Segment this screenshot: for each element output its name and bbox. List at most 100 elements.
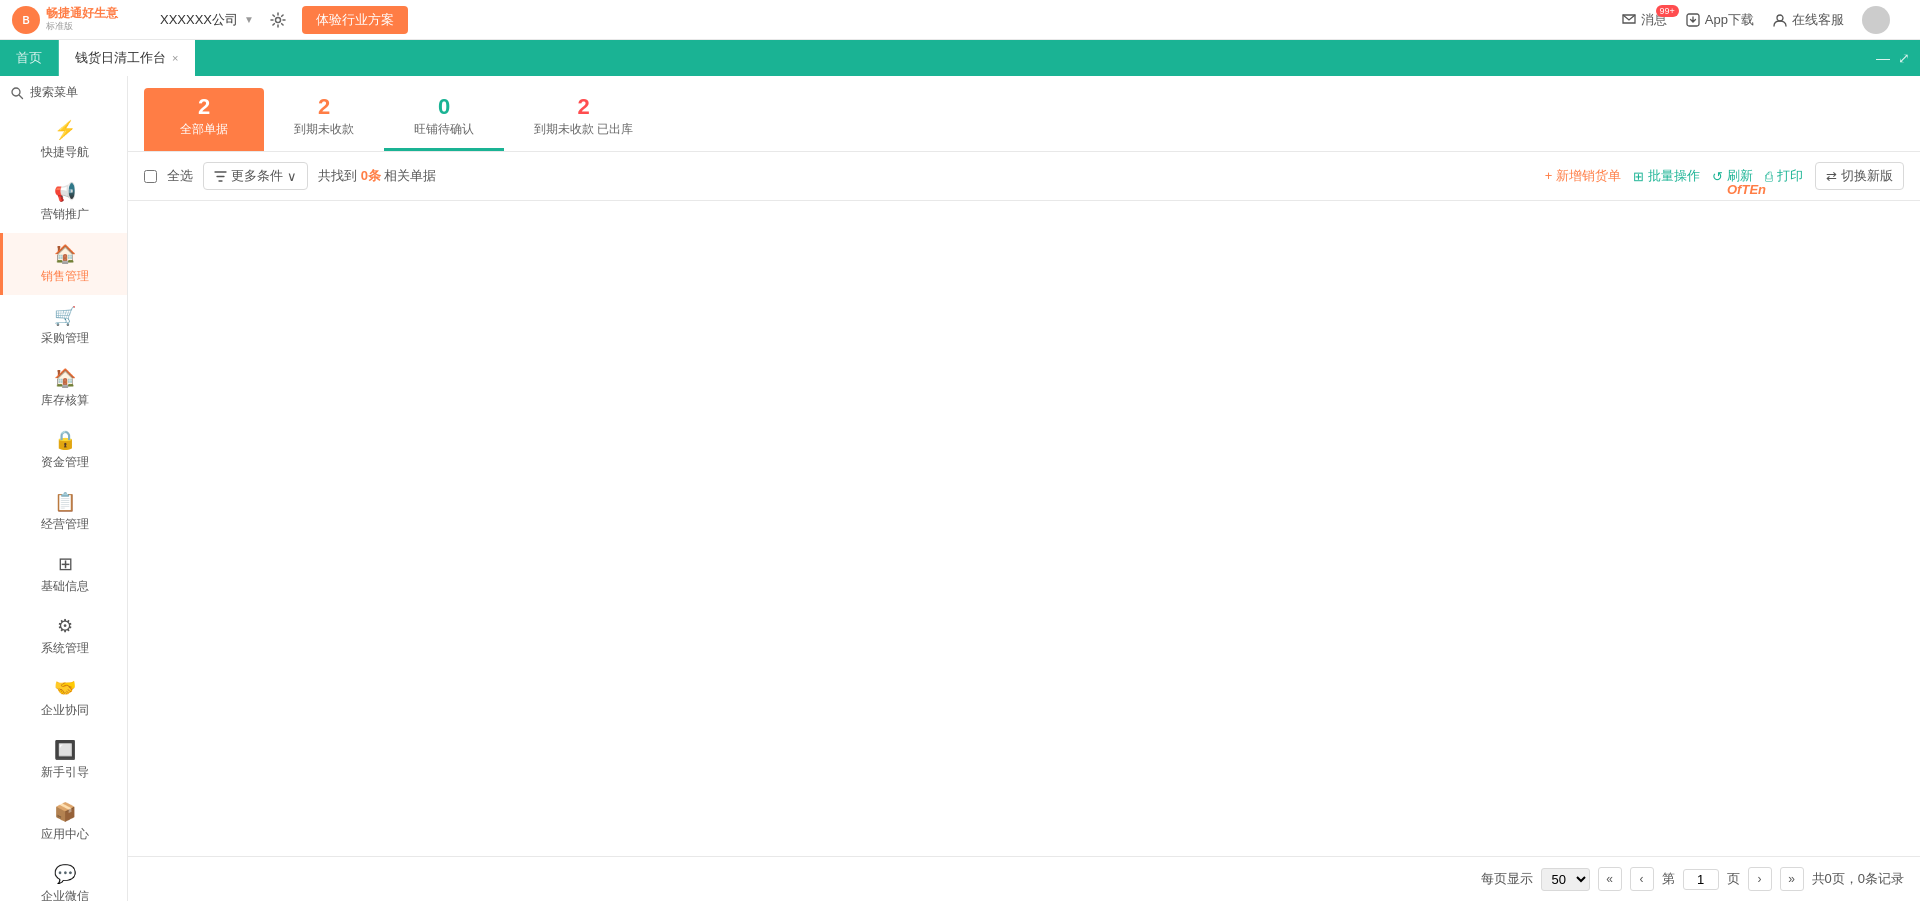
result-count: 0条 xyxy=(361,168,381,183)
page-number-input[interactable] xyxy=(1683,869,1719,890)
next-page-button[interactable]: › xyxy=(1748,867,1772,891)
per-page-label: 每页显示 xyxy=(1481,870,1533,888)
overdue-shipped-count: 2 xyxy=(578,96,590,118)
enterprise-icon: 🤝 xyxy=(54,677,76,699)
stat-tab-overdue[interactable]: 2 到期未收款 xyxy=(264,88,384,151)
sidebar-item-purchase[interactable]: 🛒 采购管理 xyxy=(0,295,127,357)
last-page-button[interactable]: » xyxy=(1780,867,1804,891)
sidebar-item-quick-nav[interactable]: ⚡ 快捷导航 xyxy=(0,109,127,171)
app-download-label: App下载 xyxy=(1705,11,1754,29)
tab-maximize-button[interactable]: ⤢ xyxy=(1898,50,1910,66)
company-name: XXXXXX公司 xyxy=(160,11,238,29)
sidebar-guide-label: 新手引导 xyxy=(41,764,89,781)
company-selector[interactable]: XXXXXX公司 ▼ xyxy=(160,11,254,29)
tab-home[interactable]: 首页 xyxy=(0,40,59,76)
sidebar-item-inventory[interactable]: 🏠 库存核算 xyxy=(0,357,127,419)
switch-icon: ⇄ xyxy=(1826,169,1837,184)
sidebar-operations-label: 经营管理 xyxy=(41,516,89,533)
sidebar-purchase-label: 采购管理 xyxy=(41,330,89,347)
filter-arrow-icon: ∨ xyxy=(287,169,297,184)
page-size-select[interactable]: 50 xyxy=(1541,868,1590,891)
sidebar-search[interactable]: 搜索菜单 xyxy=(0,76,127,109)
filter-label: 更多条件 xyxy=(231,167,283,185)
avatar[interactable] xyxy=(1862,6,1890,34)
refresh-icon: ↺ xyxy=(1712,169,1723,184)
print-icon: ⎙ xyxy=(1765,169,1773,184)
batch-operation-button[interactable]: ⊞ 批量操作 xyxy=(1633,167,1700,185)
overdue-shipped-label: 到期未收款 已出库 xyxy=(534,121,633,138)
sidebar-item-system[interactable]: ⚙ 系统管理 xyxy=(0,605,127,667)
select-all-checkbox[interactable] xyxy=(144,170,157,183)
print-button[interactable]: ⎙ 打印 xyxy=(1765,167,1803,185)
pending-count: 0 xyxy=(438,96,450,118)
sidebar-app-center-label: 应用中心 xyxy=(41,826,89,843)
all-label: 全部单据 xyxy=(180,121,228,138)
sidebar-search-label: 搜索菜单 xyxy=(30,84,78,101)
tab-close-icon[interactable]: × xyxy=(172,52,178,64)
marketing-icon: 📢 xyxy=(54,181,76,203)
filter-button[interactable]: 更多条件 ∨ xyxy=(203,162,308,190)
message-button[interactable]: 消息 99+ xyxy=(1621,11,1667,29)
filter-icon xyxy=(214,170,227,183)
sidebar-marketing-label: 营销推广 xyxy=(41,206,89,223)
sidebar-item-operations[interactable]: 📋 经营管理 xyxy=(0,481,127,543)
prev-page-button[interactable]: ‹ xyxy=(1630,867,1654,891)
sidebar: 搜索菜单 ⚡ 快捷导航 📢 营销推广 🏠 销售管理 🛒 采购管理 🏠 库存核算 … xyxy=(0,76,128,901)
result-prefix: 共找到 xyxy=(318,168,357,183)
first-page-button[interactable]: « xyxy=(1598,867,1622,891)
quick-nav-icon: ⚡ xyxy=(54,119,76,141)
finance-icon: 🔒 xyxy=(54,429,76,451)
tab-bar-actions: — ⤢ xyxy=(1866,40,1920,76)
tab-work-bench[interactable]: 钱货日清工作台 × xyxy=(59,40,195,76)
sidebar-item-basic-info[interactable]: ⊞ 基础信息 xyxy=(0,543,127,605)
content-area: 2 全部单据 2 到期未收款 0 旺铺待确认 2 到期未收款 已出库 全选 xyxy=(128,76,1920,901)
top-header: B 畅捷通好生意 标准版 XXXXXX公司 ▼ 体验行业方案 消息 99+ xyxy=(0,0,1920,40)
online-service-button[interactable]: 在线客服 xyxy=(1772,11,1844,29)
company-dropdown-icon: ▼ xyxy=(244,14,254,25)
svg-point-4 xyxy=(1777,15,1783,21)
add-sales-order-button[interactable]: + 新增销货单 xyxy=(1545,167,1621,185)
page-end-label: 页 xyxy=(1727,870,1740,888)
header-right: 消息 99+ App下载 在线客服 xyxy=(1621,6,1908,34)
trial-button[interactable]: 体验行业方案 xyxy=(302,6,408,34)
logo-area: B 畅捷通好生意 标准版 xyxy=(12,6,140,34)
sidebar-enterprise-label: 企业协同 xyxy=(41,702,89,719)
settings-button[interactable] xyxy=(264,6,292,34)
basic-info-icon: ⊞ xyxy=(58,553,73,575)
pagination-bar: 每页显示 50 « ‹ 第 页 › » 共0页，0条记录 xyxy=(128,856,1920,901)
tab-work-bench-label: 钱货日清工作台 xyxy=(75,49,166,67)
main-layout: 搜索菜单 ⚡ 快捷导航 📢 营销推广 🏠 销售管理 🛒 采购管理 🏠 库存核算 … xyxy=(0,76,1920,901)
stat-tab-pending[interactable]: 0 旺铺待确认 xyxy=(384,88,504,151)
system-icon: ⚙ xyxy=(57,615,73,637)
sidebar-item-sales[interactable]: 🏠 销售管理 xyxy=(0,233,127,295)
result-text: 共找到 0条 相关单据 xyxy=(318,167,436,185)
sidebar-inventory-label: 库存核算 xyxy=(41,392,89,409)
svg-text:B: B xyxy=(22,15,29,26)
toolbar: 全选 更多条件 ∨ 共找到 0条 相关单据 + 新增销货单 ⊞ 批量操作 xyxy=(128,152,1920,201)
sidebar-item-guide[interactable]: 🔲 新手引导 xyxy=(0,729,127,791)
message-badge: 99+ xyxy=(1656,5,1679,17)
tab-minimize-button[interactable]: — xyxy=(1876,50,1890,66)
svg-point-2 xyxy=(275,17,280,22)
page-label: 第 xyxy=(1662,870,1675,888)
table-area xyxy=(128,201,1920,856)
app-center-icon: 📦 xyxy=(54,801,76,823)
sidebar-item-wechat[interactable]: 💬 企业微信 xyxy=(0,853,127,901)
online-service-label: 在线客服 xyxy=(1792,11,1844,29)
sidebar-item-finance[interactable]: 🔒 资金管理 xyxy=(0,419,127,481)
guide-icon: 🔲 xyxy=(54,739,76,761)
sidebar-system-label: 系统管理 xyxy=(41,640,89,657)
all-count: 2 xyxy=(198,96,210,118)
sales-icon: 🏠 xyxy=(54,243,76,265)
sidebar-item-app-center[interactable]: 📦 应用中心 xyxy=(0,791,127,853)
sidebar-item-enterprise[interactable]: 🤝 企业协同 xyxy=(0,667,127,729)
stat-tab-overdue-shipped[interactable]: 2 到期未收款 已出库 xyxy=(504,88,663,151)
result-suffix: 相关单据 xyxy=(384,168,436,183)
sidebar-item-marketing[interactable]: 📢 营销推广 xyxy=(0,171,127,233)
logo-icon: B xyxy=(12,6,40,34)
app-download-button[interactable]: App下载 xyxy=(1685,11,1754,29)
stat-tab-all[interactable]: 2 全部单据 xyxy=(144,88,264,151)
total-records: 共0页，0条记录 xyxy=(1812,870,1904,888)
switch-version-button[interactable]: ⇄ 切换新版 xyxy=(1815,162,1904,190)
sidebar-basic-info-label: 基础信息 xyxy=(41,578,89,595)
